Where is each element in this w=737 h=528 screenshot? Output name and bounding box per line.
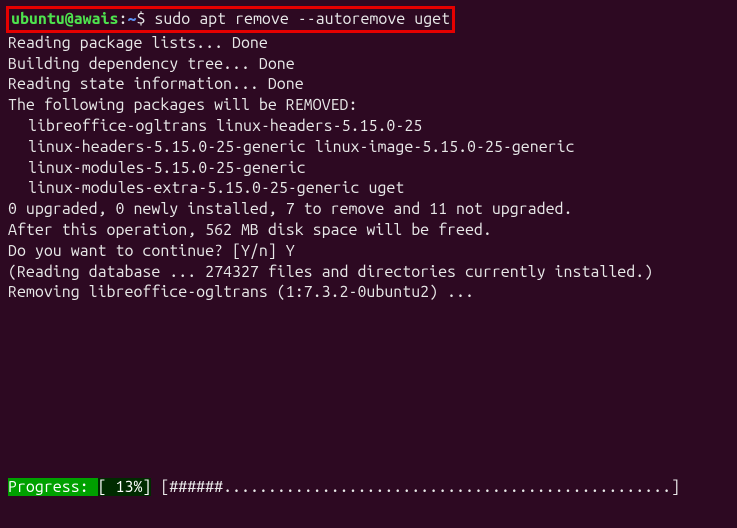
summary-line: 0 upgraded, 0 newly installed, 7 to remo… — [8, 199, 729, 220]
command-line-highlighted: ubuntu@awais:~$ sudo apt remove --autore… — [6, 6, 455, 33]
output-line: Building dependency tree... Done — [8, 54, 729, 75]
output-line: The following packages will be REMOVED: — [8, 95, 729, 116]
progress-bracket-open: [ — [151, 478, 169, 496]
prompt-colon: : — [119, 10, 128, 28]
progress-bar: Progress: [ 13%] [######................… — [8, 477, 729, 498]
progress-fill: ###### — [169, 478, 223, 496]
shell-prompt: ubuntu@awais:~$ sudo apt remove --autore… — [11, 10, 450, 28]
package-line: linux-modules-5.15.0-25-generic — [8, 158, 729, 179]
summary-line: (Reading database ... 274327 files and d… — [8, 262, 729, 283]
command-input[interactable]: sudo apt remove --autoremove uget — [154, 10, 450, 28]
progress-percent: [ 13%] — [98, 478, 152, 496]
terminal-window: ubuntu@awais:~$ sudo apt remove --autore… — [8, 6, 729, 303]
summary-line: Removing libreoffice-ogltrans (1:7.3.2-0… — [8, 282, 729, 303]
prompt-user-host: ubuntu@awais — [11, 10, 119, 28]
package-line: linux-headers-5.15.0-25-generic linux-im… — [8, 137, 729, 158]
prompt-dollar: $ — [136, 10, 154, 28]
package-line: libreoffice-ogltrans linux-headers-5.15.… — [8, 116, 729, 137]
output-line: Reading state information... Done — [8, 74, 729, 95]
summary-line: After this operation, 562 MB disk space … — [8, 220, 729, 241]
progress-label: Progress: — [8, 478, 98, 496]
progress-bracket-close: ] — [671, 478, 689, 496]
output-line: Reading package lists... Done — [8, 33, 729, 54]
package-line: linux-modules-extra-5.15.0-25-generic ug… — [8, 178, 729, 199]
progress-empty: ........................................… — [223, 478, 671, 496]
continue-prompt[interactable]: Do you want to continue? [Y/n] Y — [8, 241, 729, 262]
